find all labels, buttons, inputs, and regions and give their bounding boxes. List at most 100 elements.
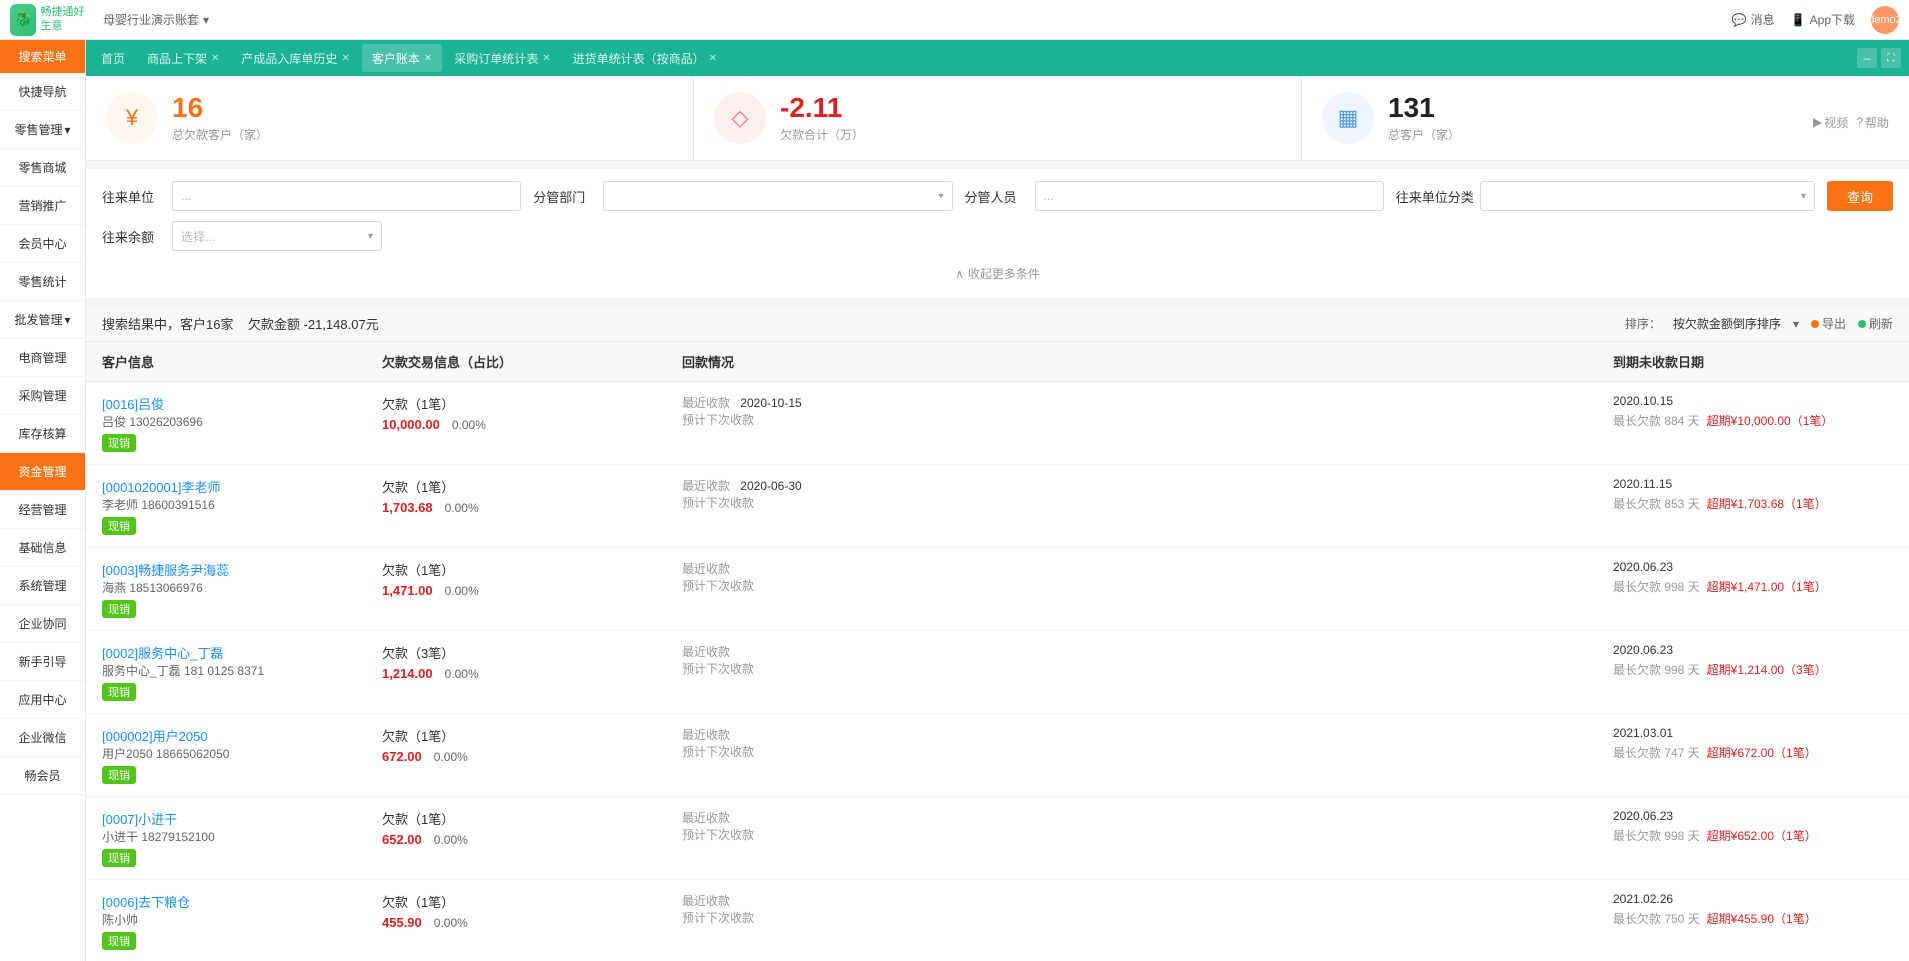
tab-product-listing[interactable]: 商品上下架 ✕ [137,44,229,72]
sidebar-item-purchase[interactable]: 采购管理 [0,377,85,415]
sidebar-item-retail-stats[interactable]: 零售统计 [0,263,85,301]
table-row: [0006]去下粮仓 陈小帅 现销 欠款（1笔） 455.90 0.00% 最近… [86,880,1909,961]
sidebar-item-retail-mall[interactable]: 零售商城 [0,149,85,187]
filter-label-1: 往来单位 [102,187,166,206]
stat-icon-building: ▦ [1322,92,1374,144]
due-date: 2020.10.15 [1613,394,1893,408]
sidebar-item-finance[interactable]: 资金管理 [0,453,85,491]
debt-info-cell: 欠款（1笔） 1,703.68 0.00% [382,477,682,535]
debt-amount: 652.00 [382,832,422,847]
debt-count: 欠款（1笔） [382,394,682,413]
message-button[interactable]: 💬 消息 [1732,11,1775,28]
company-selector[interactable]: 母婴行业演示账套 ▾ [95,11,217,28]
tab-production-history[interactable]: 产成品入库单历史 ✕ [231,44,359,72]
customer-phone: 吕俊 13026203696 [102,413,382,430]
tab-close-icon-2[interactable]: ✕ [341,53,349,64]
tab-close-icon-3[interactable]: ✕ [424,53,432,64]
due-date: 2020.06.23 [1613,560,1893,574]
sidebar-item-retail-mgmt[interactable]: 零售管理 ▾ [0,111,85,149]
sidebar-item-chang-member[interactable]: 畅会员 [0,757,85,795]
tab-maximize-button[interactable]: ⛶ [1881,48,1901,68]
sidebar-item-system[interactable]: 系统管理 [0,567,85,605]
debt-amount: 10,000.00 [382,417,440,432]
sidebar-item-enterprise-collab[interactable]: 企业协同 [0,605,85,643]
customer-name-link[interactable]: [000002]用户2050 [102,729,208,744]
debt-ratio: 0.00% [434,750,468,764]
collapse-filter-button[interactable]: ∧ 收起更多条件 [102,261,1893,286]
stat-debt-total: ◇ -2.11 欠款合计（万） [694,76,1302,160]
filter-balance: 往来余额 选择... ▾ [102,221,382,251]
customer-name-link[interactable]: [0003]畅捷服务尹海蕊 [102,563,229,578]
help-button[interactable]: ? 帮助 [1856,114,1889,131]
tab-customer-ledger[interactable]: 客户账本 ✕ [362,44,442,72]
filter-input-person[interactable]: ... [1035,181,1384,211]
overdue-info: 最长欠款 853 天 超期¥1,703.68（1笔） [1613,495,1893,512]
table-row: [0001020001]李老师 李老师 18600391516 现销 欠款（1笔… [86,465,1909,548]
customer-name-link[interactable]: [0007]小进干 [102,812,177,827]
overdue-amount-link[interactable]: 超期¥1,703.68（1笔） [1707,497,1827,511]
tab-home[interactable]: 首页 [91,44,135,72]
sidebar-item-app-center[interactable]: 应用中心 [0,681,85,719]
debt-amount: 1,214.00 [382,666,433,681]
debt-info-cell: 欠款（1笔） 10,000.00 0.00% [382,394,682,452]
next-repay: 预计下次收款 [682,494,1613,511]
stat-value-2: -2.11 [780,94,864,122]
tab-actions: － ⛶ [1857,48,1905,68]
refresh-button[interactable]: 刷新 [1858,315,1893,332]
due-date: 2020.06.23 [1613,809,1893,823]
sidebar-item-member-center[interactable]: 会员中心 [0,225,85,263]
sidebar-item-quick-nav[interactable]: 快捷导航 [0,73,85,111]
tab-close-icon[interactable]: ✕ [211,53,219,64]
customer-name-link[interactable]: [0001020001]李老师 [102,480,221,495]
overdue-amount-link[interactable]: 超期¥652.00（1笔） [1707,829,1817,843]
sidebar-item-enterprise-wechat[interactable]: 企业微信 [0,719,85,757]
sidebar-item-operations[interactable]: 经营管理 [0,491,85,529]
app-download-button[interactable]: 📱 App下载 [1791,11,1855,28]
debt-ratio: 0.00% [434,833,468,847]
stat-help-buttons: ▶ 视频 ? 帮助 [1813,106,1889,131]
company-name: 母婴行业演示账套 [103,11,199,28]
repayment-cell: 最近收款 2020-10-15 预计下次收款 [682,394,1613,452]
customer-info-cell: [0003]畅捷服务尹海蕊 海燕 18513066976 现销 [102,560,382,618]
overdue-amount-link[interactable]: 超期¥1,214.00（3笔） [1707,663,1827,677]
filter-input-customer[interactable]: ... [172,181,521,211]
customer-name-link[interactable]: [0002]服务中心_丁磊 [102,646,223,661]
customer-name-link[interactable]: [0006]去下粮仓 [102,895,190,910]
search-menu-button[interactable]: 搜索菜单 [0,40,85,73]
overdue-amount-link[interactable]: 超期¥10,000.00（1笔） [1707,414,1834,428]
sidebar-item-wholesale-mgmt[interactable]: 批发管理 ▾ [0,301,85,339]
overdue-amount-link[interactable]: 超期¥1,471.00（1笔） [1707,580,1827,594]
filter-person: 分管人员 ... [965,181,1384,211]
result-summary: 搜索结果中，客户16家 欠款金额 -21,148.07元 [102,314,379,333]
user-avatar[interactable]: demo2 [1871,6,1899,34]
query-button[interactable]: 查询 [1827,181,1893,211]
debt-row: 672.00 0.00% [382,749,682,764]
sidebar-item-marketing[interactable]: 营销推广 [0,187,85,225]
tab-close-icon-4[interactable]: ✕ [542,53,550,64]
filter-select-balance[interactable]: 选择... ▾ [172,221,382,251]
overdue-amount-link[interactable]: 超期¥672.00（1笔） [1707,746,1817,760]
tab-close-icon-5[interactable]: ✕ [709,53,717,64]
sidebar-item-inventory[interactable]: 库存核算 [0,415,85,453]
export-button[interactable]: 导出 [1811,315,1846,332]
sidebar-item-basic-info[interactable]: 基础信息 [0,529,85,567]
debt-info-cell: 欠款（1笔） 672.00 0.00% [382,726,682,784]
tab-purchase-stats[interactable]: 采购订单统计表 ✕ [444,44,560,72]
filter-select-dept[interactable]: ▾ [603,181,952,211]
due-date-cell: 2020.06.23 最长欠款 998 天 超期¥1,471.00（1笔） [1613,560,1893,618]
debt-ratio: 0.00% [452,418,486,432]
table-header: 客户信息 欠款交易信息（占比） 回款情况 到期未收款日期 [86,342,1909,382]
logo-text: 畅捷通好生意 [40,6,95,32]
sidebar-item-guide[interactable]: 新手引导 [0,643,85,681]
overdue-amount-link[interactable]: 超期¥455.90（1笔） [1707,912,1817,926]
phone-icon: 📱 [1791,13,1806,27]
sidebar-item-ecommerce[interactable]: 电商管理 [0,339,85,377]
filter-select-category[interactable]: ▾ [1480,181,1815,211]
tab-minimize-button[interactable]: － [1857,48,1877,68]
video-help-button[interactable]: ▶ 视频 [1813,114,1848,131]
help-icon: ? [1856,115,1863,129]
data-table: 客户信息 欠款交易信息（占比） 回款情况 到期未收款日期 [0016]吕俊 吕俊… [86,342,1909,961]
table-row: [0016]吕俊 吕俊 13026203696 现销 欠款（1笔） 10,000… [86,382,1909,465]
tab-purchase-by-product[interactable]: 进货单统计表（按商品） ✕ [563,44,727,72]
customer-name-link[interactable]: [0016]吕俊 [102,397,164,412]
